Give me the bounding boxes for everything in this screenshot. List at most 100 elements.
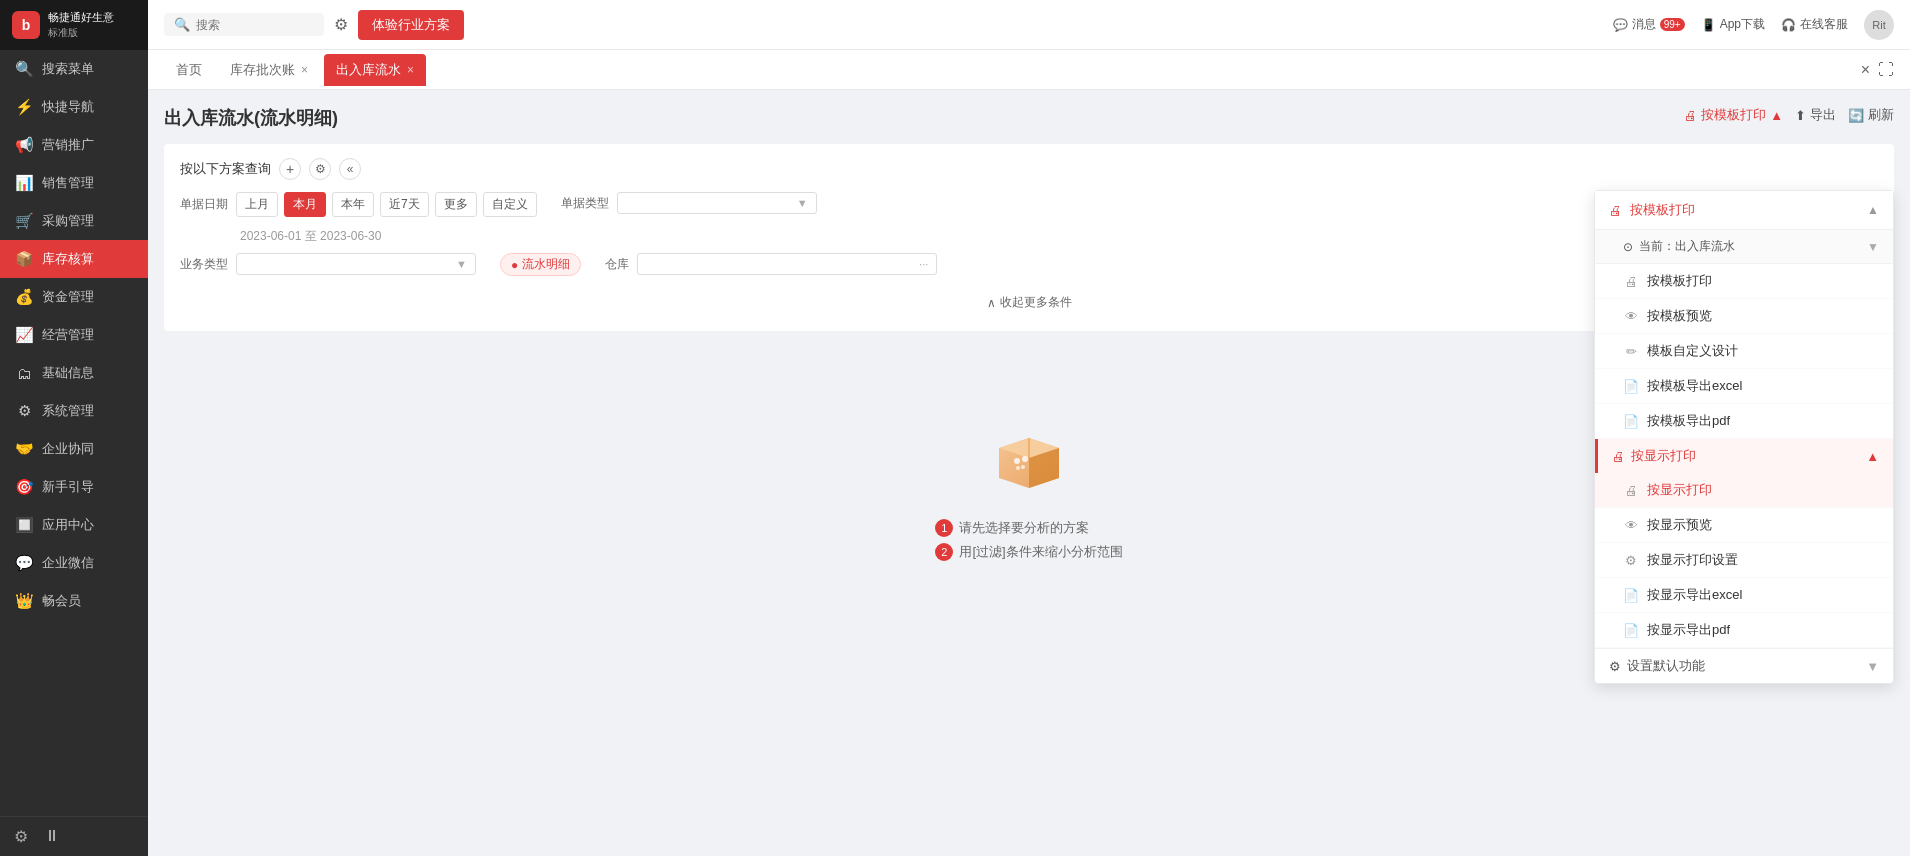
display-print-label: 按显示打印 bbox=[1647, 481, 1712, 499]
business-type-arrow-icon: ▼ bbox=[456, 258, 467, 270]
filter-tag-field: ● 流水明细 bbox=[500, 253, 581, 276]
search-icon: 🔍 bbox=[14, 60, 34, 78]
empty-tip-1: 1 请先选择要分析的方案 bbox=[935, 519, 1122, 537]
sidebar-item-guide[interactable]: 🎯 新手引导 bbox=[0, 468, 148, 506]
template-design-icon: ✏ bbox=[1623, 344, 1639, 359]
dropdown-display-export-excel[interactable]: 📄 按显示导出excel bbox=[1595, 578, 1893, 613]
sidebar-item-system[interactable]: ⚙ 系统管理 bbox=[0, 392, 148, 430]
print-dropdown-panel: 🖨 按模板打印 ▲ ⊙ 当前：出入库流水 ▼ 🖨 按模板打印 👁 按 bbox=[1594, 190, 1894, 684]
current-label: 当前：出入库流水 bbox=[1639, 238, 1735, 255]
tab-close-batch[interactable]: × bbox=[301, 63, 308, 77]
tag-icon: ● bbox=[511, 258, 518, 272]
settings-gear-icon[interactable]: ⚙ bbox=[334, 15, 348, 34]
search-input[interactable] bbox=[196, 18, 296, 32]
dropdown-display-export-pdf[interactable]: 📄 按显示导出pdf bbox=[1595, 613, 1893, 648]
warehouse-select[interactable]: ··· bbox=[637, 253, 937, 275]
display-print-icon: 🖨 bbox=[1623, 483, 1639, 498]
voucher-type-select[interactable]: ▼ bbox=[617, 192, 817, 214]
date-btn-more[interactable]: 更多 bbox=[435, 192, 477, 217]
svg-point-5 bbox=[1022, 456, 1028, 462]
footer-label: 设置默认功能 bbox=[1627, 657, 1705, 675]
dropdown-collapse-icon[interactable]: ▲ bbox=[1867, 203, 1879, 217]
dropdown-display-section[interactable]: 🖨 按显示打印 ▲ bbox=[1595, 439, 1893, 473]
industry-btn[interactable]: 体验行业方案 bbox=[358, 10, 464, 40]
dropdown-template-export-pdf[interactable]: 📄 按模板导出pdf bbox=[1595, 404, 1893, 439]
display-pdf-label: 按显示导出pdf bbox=[1647, 621, 1730, 639]
dropdown-display-print[interactable]: 🖨 按显示打印 bbox=[1595, 473, 1893, 508]
sidebar-item-label: 企业微信 bbox=[42, 554, 94, 572]
warehouse-more-icon: ··· bbox=[919, 258, 928, 270]
dropdown-template-design[interactable]: ✏ 模板自定义设计 bbox=[1595, 334, 1893, 369]
business-type-select[interactable]: ▼ bbox=[236, 253, 476, 275]
app-download-area[interactable]: 📱 App下载 bbox=[1701, 16, 1765, 33]
dropdown-template-preview[interactable]: 👁 按模板预览 bbox=[1595, 299, 1893, 334]
search-box[interactable]: 🔍 bbox=[164, 13, 324, 36]
sidebar-item-marketing[interactable]: 📢 营销推广 bbox=[0, 126, 148, 164]
filter-label: 按以下方案查询 bbox=[180, 160, 271, 178]
sidebar-item-sales[interactable]: 📊 销售管理 bbox=[0, 164, 148, 202]
tab-home[interactable]: 首页 bbox=[164, 54, 214, 86]
sidebar-item-shortcut[interactable]: ⚡ 快捷导航 bbox=[0, 88, 148, 126]
tab-close-all-icon[interactable]: × bbox=[1861, 61, 1870, 79]
member-icon: 👑 bbox=[14, 592, 34, 610]
dropdown-template-export-excel[interactable]: 📄 按模板导出excel bbox=[1595, 369, 1893, 404]
topbar-right: 💬 消息 99+ 📱 App下载 🎧 在线客服 Rit bbox=[1613, 10, 1894, 40]
date-btn-7days[interactable]: 近7天 bbox=[380, 192, 429, 217]
notice-area[interactable]: 💬 消息 99+ bbox=[1613, 16, 1685, 33]
online-service-area[interactable]: 🎧 在线客服 bbox=[1781, 16, 1848, 33]
sidebar-item-weixin[interactable]: 💬 企业微信 bbox=[0, 544, 148, 582]
sidebar-item-purchase[interactable]: 🛒 采购管理 bbox=[0, 202, 148, 240]
tag-label: 流水明细 bbox=[522, 256, 570, 273]
sidebar-item-member[interactable]: 👑 畅会员 bbox=[0, 582, 148, 620]
refresh-label: 刷新 bbox=[1868, 106, 1894, 124]
filter-tag: ● 流水明细 bbox=[500, 253, 581, 276]
display-excel-label: 按显示导出excel bbox=[1647, 586, 1742, 604]
filter-add-btn[interactable]: + bbox=[279, 158, 301, 180]
date-btn-custom[interactable]: 自定义 bbox=[483, 192, 537, 217]
sidebar-item-appcenter[interactable]: 🔲 应用中心 bbox=[0, 506, 148, 544]
sidebar-item-finance[interactable]: 💰 资金管理 bbox=[0, 278, 148, 316]
app-logo: b 畅捷通好生意 标准版 bbox=[0, 0, 148, 50]
user-avatar[interactable]: Rit bbox=[1864, 10, 1894, 40]
sidebar-item-label: 基础信息 bbox=[42, 364, 94, 382]
main-area: 🔍 ⚙ 体验行业方案 💬 消息 99+ 📱 App下载 🎧 在线客服 Rit bbox=[148, 0, 1910, 856]
collapse-icon[interactable]: ⏸ bbox=[44, 827, 60, 846]
sidebar-item-coop[interactable]: 🤝 企业协同 bbox=[0, 430, 148, 468]
settings-icon[interactable]: ⚙ bbox=[14, 827, 28, 846]
date-btn-last-month[interactable]: 上月 bbox=[236, 192, 278, 217]
dropdown-template-print[interactable]: 🖨 按模板打印 bbox=[1595, 264, 1893, 299]
collapse-up-icon: ∧ bbox=[987, 296, 996, 310]
sidebar-item-basic[interactable]: 🗂 基础信息 bbox=[0, 354, 148, 392]
tab-inventory-flow[interactable]: 出入库流水 × bbox=[324, 54, 426, 86]
date-btn-this-year[interactable]: 本年 bbox=[332, 192, 374, 217]
voucher-type-label: 单据类型 bbox=[561, 195, 609, 212]
filter-settings-btn[interactable]: ⚙ bbox=[309, 158, 331, 180]
sidebar-item-search[interactable]: 🔍 搜索菜单 bbox=[0, 50, 148, 88]
export-toolbar-item[interactable]: ⬆ 导出 bbox=[1795, 106, 1836, 124]
dropdown-display-settings[interactable]: ⚙ 按显示打印设置 bbox=[1595, 543, 1893, 578]
topbar: 🔍 ⚙ 体验行业方案 💬 消息 99+ 📱 App下载 🎧 在线客服 Rit bbox=[148, 0, 1910, 50]
tab-inventory-flow-label: 出入库流水 bbox=[336, 61, 401, 79]
display-excel-icon: 📄 bbox=[1623, 588, 1639, 603]
shortcut-icon: ⚡ bbox=[14, 98, 34, 116]
dropdown-footer[interactable]: ⚙ 设置默认功能 ▼ bbox=[1595, 648, 1893, 683]
template-pdf-label: 按模板导出pdf bbox=[1647, 412, 1730, 430]
template-pdf-icon: 📄 bbox=[1623, 414, 1639, 429]
tab-close-flow[interactable]: × bbox=[407, 63, 414, 77]
date-range-text: 2023-06-01 至 2023-06-30 bbox=[240, 229, 381, 243]
dropdown-display-preview[interactable]: 👁 按显示预览 bbox=[1595, 508, 1893, 543]
tab-fullscreen-icon[interactable]: ⛶ bbox=[1878, 61, 1894, 79]
sidebar-item-label: 畅会员 bbox=[42, 592, 81, 610]
refresh-toolbar-item[interactable]: 🔄 刷新 bbox=[1848, 106, 1894, 124]
filter-collapse-left-btn[interactable]: « bbox=[339, 158, 361, 180]
finance-icon: 💰 bbox=[14, 288, 34, 306]
page-content: 出入库流水(流水明细) 按以下方案查询 + ⚙ « 单据日期 上月 本月 本年 … bbox=[148, 90, 1910, 856]
display-settings-icon: ⚙ bbox=[1623, 553, 1639, 568]
tip-text-2: 用[过滤]条件来缩小分析范围 bbox=[959, 543, 1122, 561]
sidebar-item-inventory[interactable]: 📦 库存核算 bbox=[0, 240, 148, 278]
print-toolbar-item[interactable]: 🖨 按模板打印 ▲ bbox=[1684, 106, 1783, 124]
sidebar-item-operation[interactable]: 📈 经营管理 bbox=[0, 316, 148, 354]
tab-inventory-batch[interactable]: 库存批次账 × bbox=[218, 54, 320, 86]
date-btn-this-month[interactable]: 本月 bbox=[284, 192, 326, 217]
refresh-icon: 🔄 bbox=[1848, 108, 1864, 123]
